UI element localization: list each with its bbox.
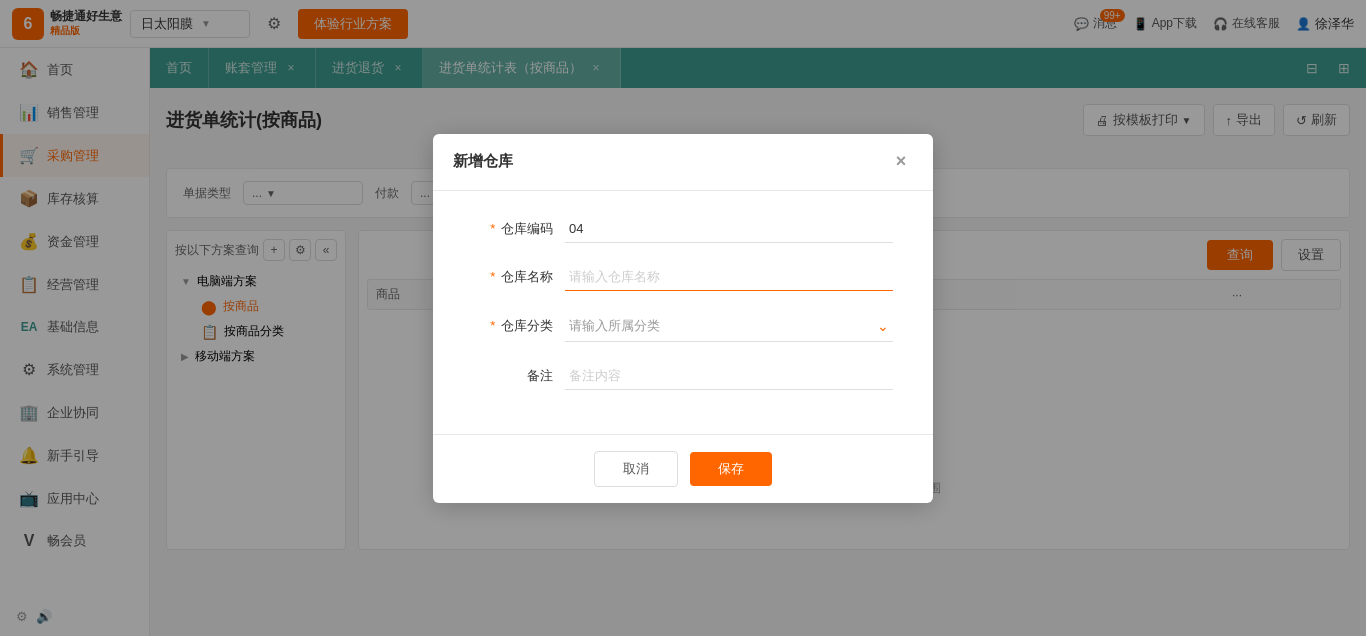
modal-overlay: 新增仓库 × * 仓库编码 * 仓库名称 [0,0,1366,636]
form-row-note: 备注 [473,362,893,390]
form-row-name: * 仓库名称 [473,263,893,291]
form-row-category: * 仓库分类 请输入所属分类 ⌄ [473,311,893,342]
dialog-close-button[interactable]: × [889,150,913,174]
category-placeholder: 请输入所属分类 [569,317,660,335]
note-input[interactable] [565,362,893,390]
code-input[interactable] [565,215,893,243]
name-label: * 仓库名称 [473,268,553,286]
note-label: 备注 [473,367,553,385]
name-input[interactable] [565,263,893,291]
dialog-footer: 取消 保存 [433,434,933,503]
dialog-title: 新增仓库 [453,152,513,171]
dialog-body: * 仓库编码 * 仓库名称 * 仓库分类 请输入 [433,191,933,434]
code-label: * 仓库编码 [473,220,553,238]
save-button[interactable]: 保存 [690,452,772,486]
cancel-button[interactable]: 取消 [594,451,678,487]
form-row-code: * 仓库编码 [473,215,893,243]
add-warehouse-dialog: 新增仓库 × * 仓库编码 * 仓库名称 [433,134,933,503]
category-dropdown-arrow: ⌄ [877,318,889,334]
category-label: * 仓库分类 [473,317,553,335]
category-select[interactable]: 请输入所属分类 ⌄ [565,311,893,342]
dialog-header: 新增仓库 × [433,134,933,191]
